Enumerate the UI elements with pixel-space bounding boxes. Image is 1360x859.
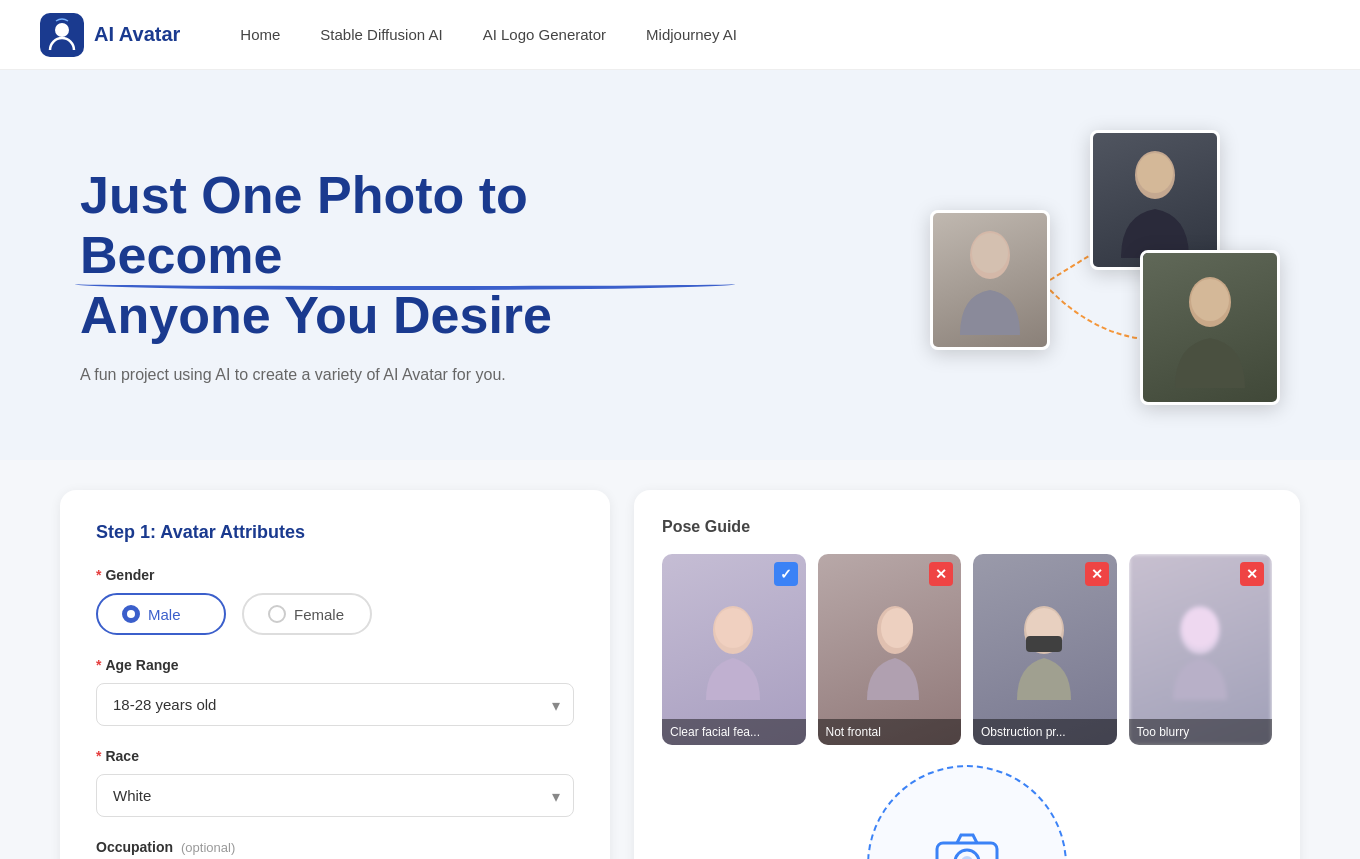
gender-female-radio [268,605,286,623]
race-label: * Race [96,748,574,764]
person-illustration-3 [1165,268,1255,388]
upload-area[interactable] [867,765,1067,859]
pose-sample-4: ✕ Too blurry [1129,554,1273,745]
race-select[interactable]: White Asian Black Hispanic Other [96,774,574,817]
gender-required-mark: * [96,567,101,583]
gender-male-radio [122,605,140,623]
hero-result-image-1 [1090,130,1220,270]
nav-logo-generator[interactable]: AI Logo Generator [483,26,606,43]
race-required-mark: * [96,748,101,764]
pose-face-2 [857,600,922,700]
hero-text: Just One Photo to Become Anyone You Desi… [80,166,680,383]
hero-images [900,130,1280,420]
hero-subtitle: A fun project using AI to create a varie… [80,366,680,384]
pose-3-label: Obstruction pr... [973,719,1117,745]
nav-midjourney[interactable]: Midjourney AI [646,26,737,43]
pose-samples-grid: ✓ Clear facial fea... ✕ Not frontal [662,554,1272,745]
hero-title-line2: Anyone You Desire [80,286,552,344]
gender-male-label: Male [148,606,181,623]
step-title: Step 1: Avatar Attributes [96,522,574,543]
hero-title: Just One Photo to Become Anyone You Desi… [80,166,680,345]
pose-guide-title: Pose Guide [662,518,1272,536]
race-field-group: * Race White Asian Black Hispanic Other … [96,748,574,817]
nav-stable-diffusion[interactable]: Stable Diffusion AI [320,26,442,43]
svg-point-1 [55,23,69,37]
pose-2-icon: ✕ [929,562,953,586]
occupation-label: Occupation (optional) [96,839,574,855]
age-required-mark: * [96,657,101,673]
age-select[interactable]: 18-28 years old 29-39 years old 40-50 ye… [96,683,574,726]
pose-2-label: Not frontal [818,719,962,745]
gender-label: * Gender [96,567,574,583]
form-panel: Step 1: Avatar Attributes * Gender Male … [60,490,610,859]
race-select-wrapper: White Asian Black Hispanic Other ▾ [96,774,574,817]
hero-section: Just One Photo to Become Anyone You Desi… [0,70,1360,460]
guide-panel: Pose Guide ✓ Clear facial fea... [634,490,1300,859]
nav-links: Home Stable Diffusion AI AI Logo Generat… [240,26,737,44]
gender-radio-group: Male Female [96,593,574,635]
svg-point-18 [1182,608,1218,648]
person-illustration-2 [1113,143,1198,258]
age-label: * Age Range [96,657,574,673]
camera-icon [935,829,999,859]
pose-sample-2: ✕ Not frontal [818,554,962,745]
pose-face-1 [701,600,766,700]
svg-point-7 [1137,153,1173,193]
gender-female-label: Female [294,606,344,623]
pose-4-label: Too blurry [1129,719,1273,745]
age-field-group: * Age Range 18-28 years old 29-39 years … [96,657,574,726]
pose-1-label: Clear facial fea... [662,719,806,745]
svg-point-5 [972,233,1008,273]
person-illustration-1 [950,225,1030,335]
pose-face-4 [1168,600,1233,700]
nav-home[interactable]: Home [240,26,280,43]
gender-male-option[interactable]: Male [96,593,226,635]
hero-title-line1: Just One Photo to Become [80,166,680,286]
pose-4-icon: ✕ [1240,562,1264,586]
svg-point-13 [881,608,913,648]
occupation-optional: (optional) [181,840,235,855]
pose-sample-1: ✓ Clear facial fea... [662,554,806,745]
logo-icon [40,13,84,57]
nav-logo[interactable]: AI Avatar [40,13,180,57]
navbar: AI Avatar Home Stable Diffusion AI AI Lo… [0,0,1360,70]
pose-3-icon: ✕ [1085,562,1109,586]
hero-source-image [930,210,1050,350]
hero-result-image-2 [1140,250,1280,405]
svg-point-11 [715,608,751,648]
svg-point-9 [1191,279,1229,321]
gender-field-group: * Gender Male Female [96,567,574,635]
age-select-wrapper: 18-28 years old 29-39 years old 40-50 ye… [96,683,574,726]
svg-rect-16 [1026,636,1062,652]
pose-sample-3: ✕ Obstruction pr... [973,554,1117,745]
gender-female-option[interactable]: Female [242,593,372,635]
logo-text: AI Avatar [94,23,180,46]
main-content: Step 1: Avatar Attributes * Gender Male … [0,460,1360,859]
pose-face-3 [1012,600,1077,700]
pose-1-icon: ✓ [774,562,798,586]
occupation-field-group: Occupation (optional) × ▲ ▼ [96,839,574,859]
